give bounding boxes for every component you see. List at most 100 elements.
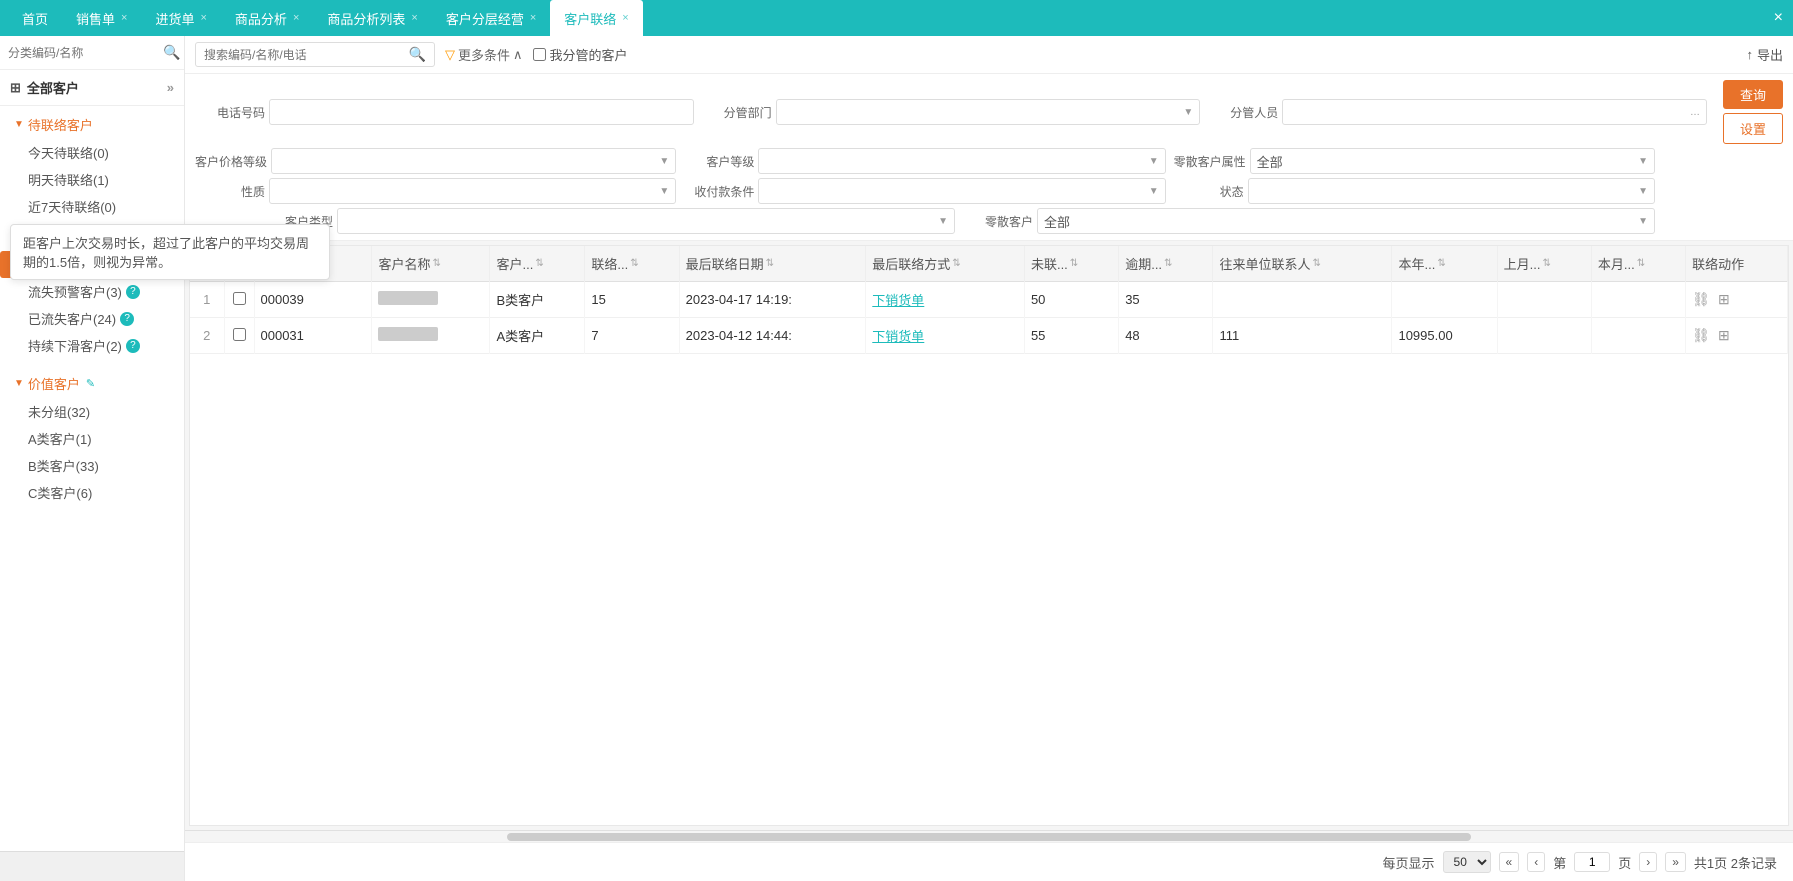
nav-sales-close[interactable]: × (121, 12, 127, 24)
sidebar-section-value[interactable]: ▼ 价值客户 ✎ (0, 369, 184, 398)
payment-label: 收付款条件 (684, 183, 754, 200)
next-page-btn[interactable]: › (1639, 852, 1657, 872)
nav-purchase[interactable]: 进货单 × (141, 0, 220, 36)
nav-home[interactable]: 首页 (8, 0, 62, 36)
phone-label: 电话号码 (195, 104, 265, 121)
action-more-icon[interactable]: ⊞ (1718, 291, 1730, 308)
nav-analysis-close[interactable]: × (293, 12, 299, 24)
sidebar-item-class-c[interactable]: C类客户(6) (0, 479, 184, 506)
grid-icon: ⊞ (10, 80, 21, 96)
sidebar-search-icon[interactable]: 🔍 (163, 44, 180, 61)
filter-row-1: 电话号码 分管部门 ▼ 分管人员 … 查询 设置 (195, 80, 1783, 144)
sort-icon-lmonth: ⇅ (1543, 258, 1551, 269)
customer-table: ⚙ 客户编码⇅ 客户名称⇅ 客户...⇅ 联络...⇅ 最后联络日期⇅ 最后联络… (190, 246, 1788, 354)
last-page-btn[interactable]: » (1665, 852, 1686, 872)
main-search-input[interactable] (204, 48, 409, 62)
prev-page-btn[interactable]: ‹ (1527, 852, 1545, 872)
nav-analysis[interactable]: 商品分析 × (221, 0, 313, 36)
col-overdue: 逾期...⇅ (1119, 246, 1213, 282)
sidebar-section-pending[interactable]: ▼ 待联络客户 (0, 110, 184, 139)
row-overdue: 35 (1119, 282, 1213, 318)
per-page-select[interactable]: 50 (1443, 851, 1491, 873)
top-nav: 首页 销售单 × 进货单 × 商品分析 × 商品分析列表 × 客户分层经营 × … (0, 0, 1793, 36)
last-method-link[interactable]: 下销货单 (872, 293, 924, 308)
query-button[interactable]: 查询 (1723, 80, 1783, 109)
sidebar-item-declining[interactable]: 持续下滑客户(2) ? (0, 332, 184, 359)
dept-select[interactable]: ▼ (776, 99, 1201, 125)
sidebar-item-today[interactable]: 今天待联络(0) (0, 139, 184, 166)
retail-select[interactable]: 全部 ▼ (1037, 208, 1655, 234)
payment-select[interactable]: ▼ (758, 178, 1165, 204)
first-page-btn[interactable]: « (1499, 852, 1520, 872)
sidebar: 🔍 ⊞ 全部客户 » ▼ 待联络客户 今天待联络(0) 明天待联络(1) 近7天… (0, 36, 185, 881)
row-unlink-days: 50 (1024, 282, 1118, 318)
my-customers-filter: 我分管的客户 (533, 45, 628, 64)
horizontal-scrollbar-area (185, 830, 1793, 842)
my-customers-checkbox[interactable] (533, 48, 546, 61)
grade-select[interactable]: ▼ (758, 148, 1165, 174)
row-last-method: 下销货单 (866, 318, 1025, 354)
filter-row-3: 性质 ▼ 收付款条件 ▼ 状态 ▼ (195, 178, 1783, 204)
filter-right-btns: 查询 设置 (1723, 80, 1783, 144)
horizontal-scrollbar[interactable] (507, 833, 1472, 841)
nav-customer-contact-close[interactable]: × (622, 12, 628, 24)
sort-icon-year: ⇅ (1437, 258, 1445, 269)
filter-toolbar: 🔍 ▽ 更多条件 ∧ 我分管的客户 ↑ 导出 (185, 36, 1793, 74)
action-link-icon[interactable]: ⛓ (1692, 327, 1710, 344)
filter-cell-payment: 收付款条件 ▼ (684, 178, 1165, 204)
sidebar-item-7days[interactable]: 近7天待联络(0) (0, 193, 184, 220)
filter-row-4: ... 客户类型 ▼ 零散客户 全部 ▼ (195, 208, 1783, 234)
sidebar-item-ungrouped[interactable]: 未分组(32) (0, 398, 184, 425)
value-section-edit[interactable]: ✎ (86, 377, 95, 390)
row-this-year: 10995.00 (1392, 318, 1497, 354)
col-unlink: 未联...⇅ (1024, 246, 1118, 282)
row-code: 000039 (254, 282, 372, 318)
retail-attr-select[interactable]: 全部 ▼ (1250, 148, 1655, 174)
row-checkbox[interactable] (233, 328, 246, 341)
sidebar-item-class-a[interactable]: A类客户(1) (0, 425, 184, 452)
person-select[interactable]: … (1282, 99, 1707, 125)
row-name (372, 282, 490, 318)
filter-cell-gender: 性质 ▼ (195, 178, 676, 204)
pagination-bar: 每页显示 50 « ‹ 第 页 › » 共1页 2条记录 (185, 842, 1793, 881)
sort-icon-overdue: ⇅ (1164, 258, 1172, 269)
phone-input[interactable] (269, 99, 694, 125)
action-link-icon[interactable]: ⛓ (1692, 291, 1710, 308)
nav-customer-contact[interactable]: 客户联络 × (550, 0, 642, 36)
action-more-icon[interactable]: ⊞ (1718, 327, 1730, 344)
sidebar-item-class-b[interactable]: B类客户(33) (0, 452, 184, 479)
pricegrd-select[interactable]: ▼ (271, 148, 676, 174)
sidebar-collapse-btn[interactable]: » (167, 80, 174, 95)
content-area: 🔍 ▽ 更多条件 ∧ 我分管的客户 ↑ 导出 电话号码 (185, 36, 1793, 881)
export-btn[interactable]: ↑ 导出 (1746, 45, 1783, 64)
sidebar-item-lost[interactable]: 已流失客户(24) ? (0, 305, 184, 332)
per-page-label: 每页显示 (1383, 853, 1435, 872)
nav-analysis-list-close[interactable]: × (411, 12, 417, 24)
row-checkbox[interactable] (233, 292, 246, 305)
settings-button[interactable]: 设置 (1723, 113, 1783, 144)
ctype-select[interactable]: ▼ (337, 208, 955, 234)
status-select[interactable]: ▼ (1248, 178, 1655, 204)
nav-analysis-list[interactable]: 商品分析列表 × (313, 0, 431, 36)
nav-customer-tier[interactable]: 客户分层经营 × (432, 0, 550, 36)
more-conditions-btn[interactable]: ▽ 更多条件 ∧ (445, 45, 523, 64)
last-method-link[interactable]: 下销货单 (872, 329, 924, 344)
sidebar-item-loss-warning[interactable]: 流失预警客户(3) ? (0, 278, 184, 305)
sidebar-item-tomorrow[interactable]: 明天待联络(1) (0, 166, 184, 193)
sidebar-search-input[interactable] (8, 46, 163, 60)
filter-cell-ctype: 客户类型 ▼ (263, 208, 955, 234)
sort-icon-unit: ⇅ (1312, 258, 1320, 269)
col-action: 联络动作 (1686, 246, 1788, 282)
page-num-input[interactable] (1574, 852, 1610, 872)
row-num: 2 (190, 318, 224, 354)
nav-customer-tier-close[interactable]: × (530, 12, 536, 24)
retail-label: 零散客户 (963, 213, 1033, 230)
sort-icon-unlink: ⇅ (1070, 258, 1078, 269)
nav-sales[interactable]: 销售单 × (62, 0, 141, 36)
nav-purchase-close[interactable]: × (200, 12, 206, 24)
payment-arrow: ▼ (1149, 186, 1159, 197)
nav-close-all[interactable]: × (1774, 9, 1783, 27)
gender-select[interactable]: ▼ (269, 178, 676, 204)
main-search-icon[interactable]: 🔍 (409, 46, 426, 63)
dept-label: 分管部门 (702, 104, 772, 121)
